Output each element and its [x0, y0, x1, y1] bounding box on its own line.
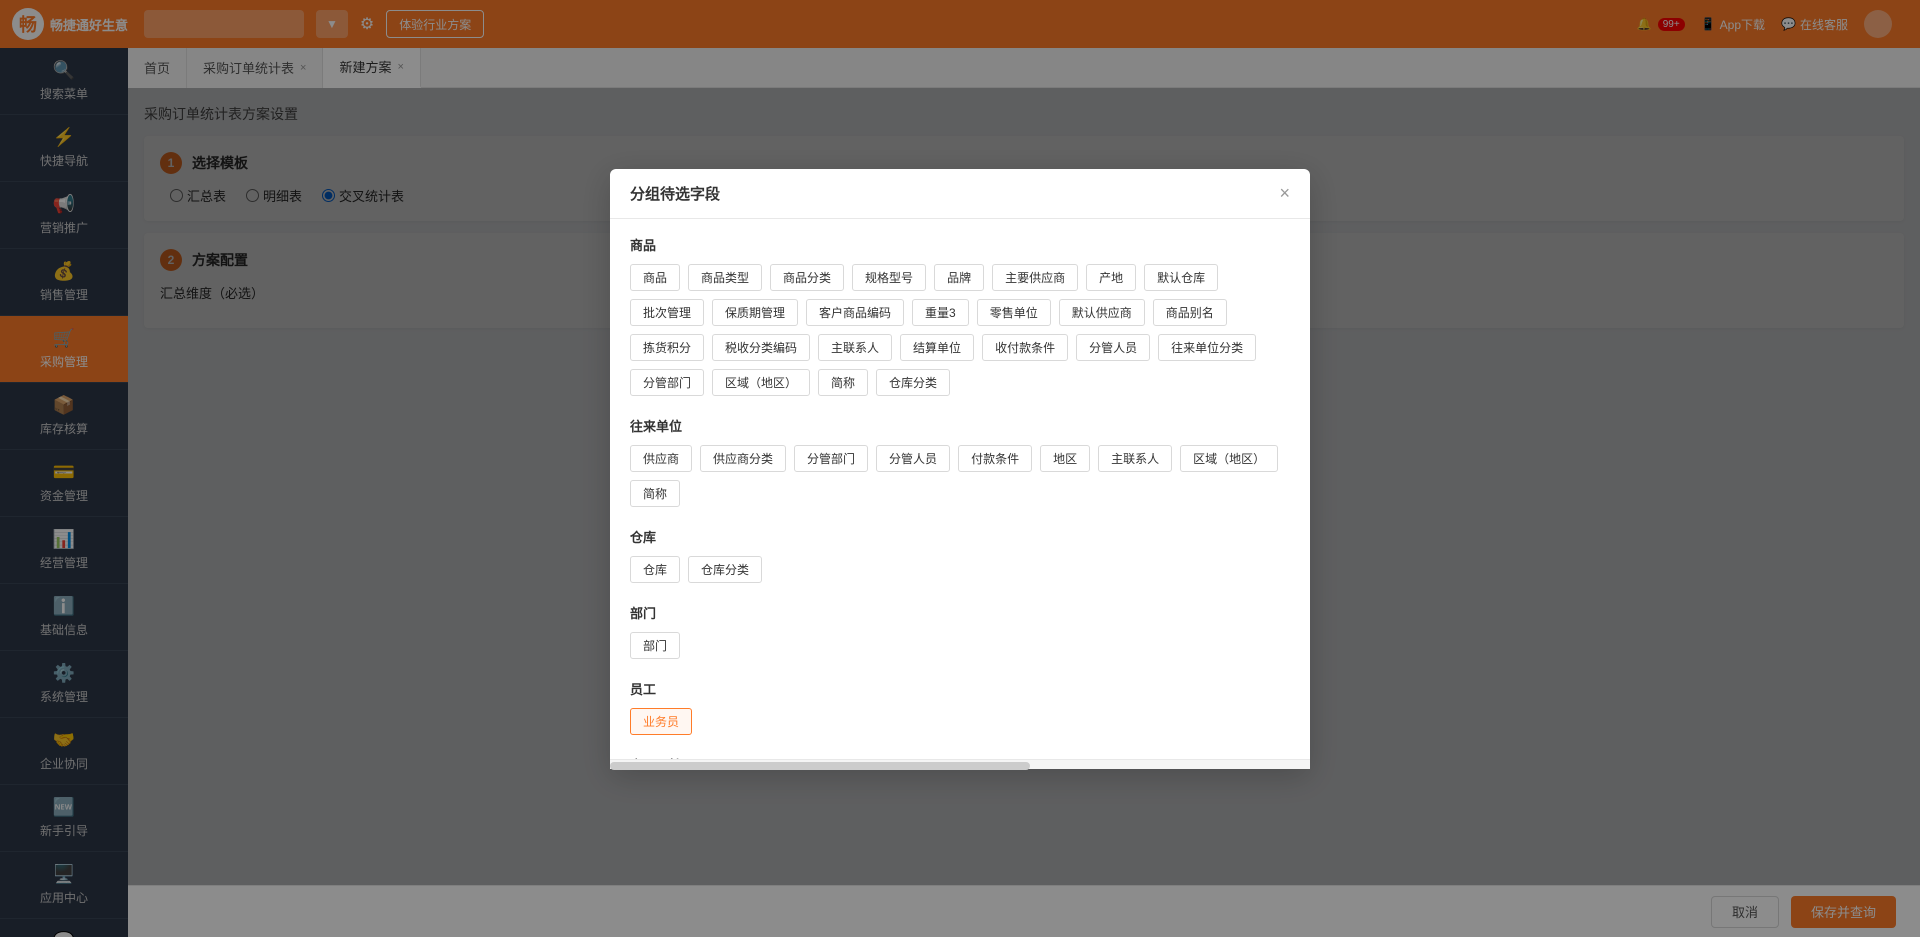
tag-department[interactable]: 部门 [630, 632, 680, 659]
tag-goods-type[interactable]: 商品类型 [688, 264, 762, 291]
tag-supervisor-counterpart[interactable]: 分管人员 [876, 445, 950, 472]
section-department: 部门 部门 [630, 603, 1290, 659]
tag-goods-category[interactable]: 商品分类 [770, 264, 844, 291]
tag-main-supplier[interactable]: 主要供应商 [992, 264, 1078, 291]
modal-title: 分组待选字段 [630, 183, 720, 204]
tag-spec-model[interactable]: 规格型号 [852, 264, 926, 291]
tag-goods[interactable]: 商品 [630, 264, 680, 291]
tag-main-contact-counterpart[interactable]: 主联系人 [1098, 445, 1172, 472]
section-counterpart: 往来单位 供应商 供应商分类 分管部门 分管人员 付款条件 地区 主联系人 区域… [630, 416, 1290, 507]
tag-warehouse-category[interactable]: 仓库分类 [688, 556, 762, 583]
tag-supervisor[interactable]: 分管人员 [1076, 334, 1150, 361]
tag-dept[interactable]: 分管部门 [630, 369, 704, 396]
tag-customer-goods-code[interactable]: 客户商品编码 [806, 299, 904, 326]
tag-pick-score[interactable]: 拣货积分 [630, 334, 704, 361]
section-counterpart-title: 往来单位 [630, 416, 1290, 435]
section-employee-title: 员工 [630, 679, 1290, 698]
tag-batch-mgmt[interactable]: 批次管理 [630, 299, 704, 326]
modal-overlay: 分组待选字段 × 商品 商品 商品类型 商品分类 规格型号 品牌 主要供应商 产… [0, 0, 1920, 937]
tag-salesperson[interactable]: 业务员 [630, 708, 692, 735]
tag-default-supplier[interactable]: 默认供应商 [1059, 299, 1145, 326]
tag-short-name-counterpart[interactable]: 简称 [630, 480, 680, 507]
section-warehouse-title: 仓库 [630, 527, 1290, 546]
tag-origin[interactable]: 产地 [1086, 264, 1136, 291]
tag-expiry-mgmt[interactable]: 保质期管理 [712, 299, 798, 326]
tag-brand[interactable]: 品牌 [934, 264, 984, 291]
tag-region-counterpart[interactable]: 地区 [1040, 445, 1090, 472]
section-goods: 商品 商品 商品类型 商品分类 规格型号 品牌 主要供应商 产地 默认仓库 批次… [630, 235, 1290, 396]
section-goods-title: 商品 [630, 235, 1290, 254]
modal-close-btn[interactable]: × [1279, 183, 1290, 204]
tag-supplier-category[interactable]: 供应商分类 [700, 445, 786, 472]
tag-weight3[interactable]: 重量3 [912, 299, 969, 326]
section-department-tags: 部门 [630, 632, 1290, 659]
tag-payment-cond[interactable]: 付款条件 [958, 445, 1032, 472]
section-warehouse-tags: 仓库 仓库分类 [630, 556, 1290, 583]
tag-retail-unit[interactable]: 零售单位 [977, 299, 1051, 326]
tag-tax-class-code[interactable]: 税收分类编码 [712, 334, 810, 361]
field-selection-modal: 分组待选字段 × 商品 商品 商品类型 商品分类 规格型号 品牌 主要供应商 产… [610, 169, 1310, 769]
tag-warehouse-category-goods[interactable]: 仓库分类 [876, 369, 950, 396]
tag-short-name-goods[interactable]: 简称 [818, 369, 868, 396]
modal-horizontal-scrollbar[interactable] [610, 759, 1310, 769]
section-employee: 员工 业务员 [630, 679, 1290, 735]
section-employee-tags: 业务员 [630, 708, 1290, 735]
tag-warehouse[interactable]: 仓库 [630, 556, 680, 583]
section-warehouse: 仓库 仓库 仓库分类 [630, 527, 1290, 583]
tag-goods-alias[interactable]: 商品别名 [1153, 299, 1227, 326]
modal-body: 商品 商品 商品类型 商品分类 规格型号 品牌 主要供应商 产地 默认仓库 批次… [610, 219, 1310, 759]
tag-payment-terms[interactable]: 收付款条件 [982, 334, 1068, 361]
section-department-title: 部门 [630, 603, 1290, 622]
tag-main-contact[interactable]: 主联系人 [818, 334, 892, 361]
modal-hscroll-thumb [610, 762, 1030, 770]
tag-default-warehouse[interactable]: 默认仓库 [1144, 264, 1218, 291]
tag-settlement-unit[interactable]: 结算单位 [900, 334, 974, 361]
tag-region2-counterpart[interactable]: 区域（地区） [1180, 445, 1278, 472]
section-counterpart-tags: 供应商 供应商分类 分管部门 分管人员 付款条件 地区 主联系人 区域（地区） … [630, 445, 1290, 507]
section-goods-tags: 商品 商品类型 商品分类 规格型号 品牌 主要供应商 产地 默认仓库 批次管理 … [630, 264, 1290, 396]
tag-counterpart-category[interactable]: 往来单位分类 [1158, 334, 1256, 361]
tag-region-goods[interactable]: 区域（地区） [712, 369, 810, 396]
modal-header: 分组待选字段 × [610, 169, 1310, 219]
tag-supplier[interactable]: 供应商 [630, 445, 692, 472]
tag-dept-counterpart[interactable]: 分管部门 [794, 445, 868, 472]
